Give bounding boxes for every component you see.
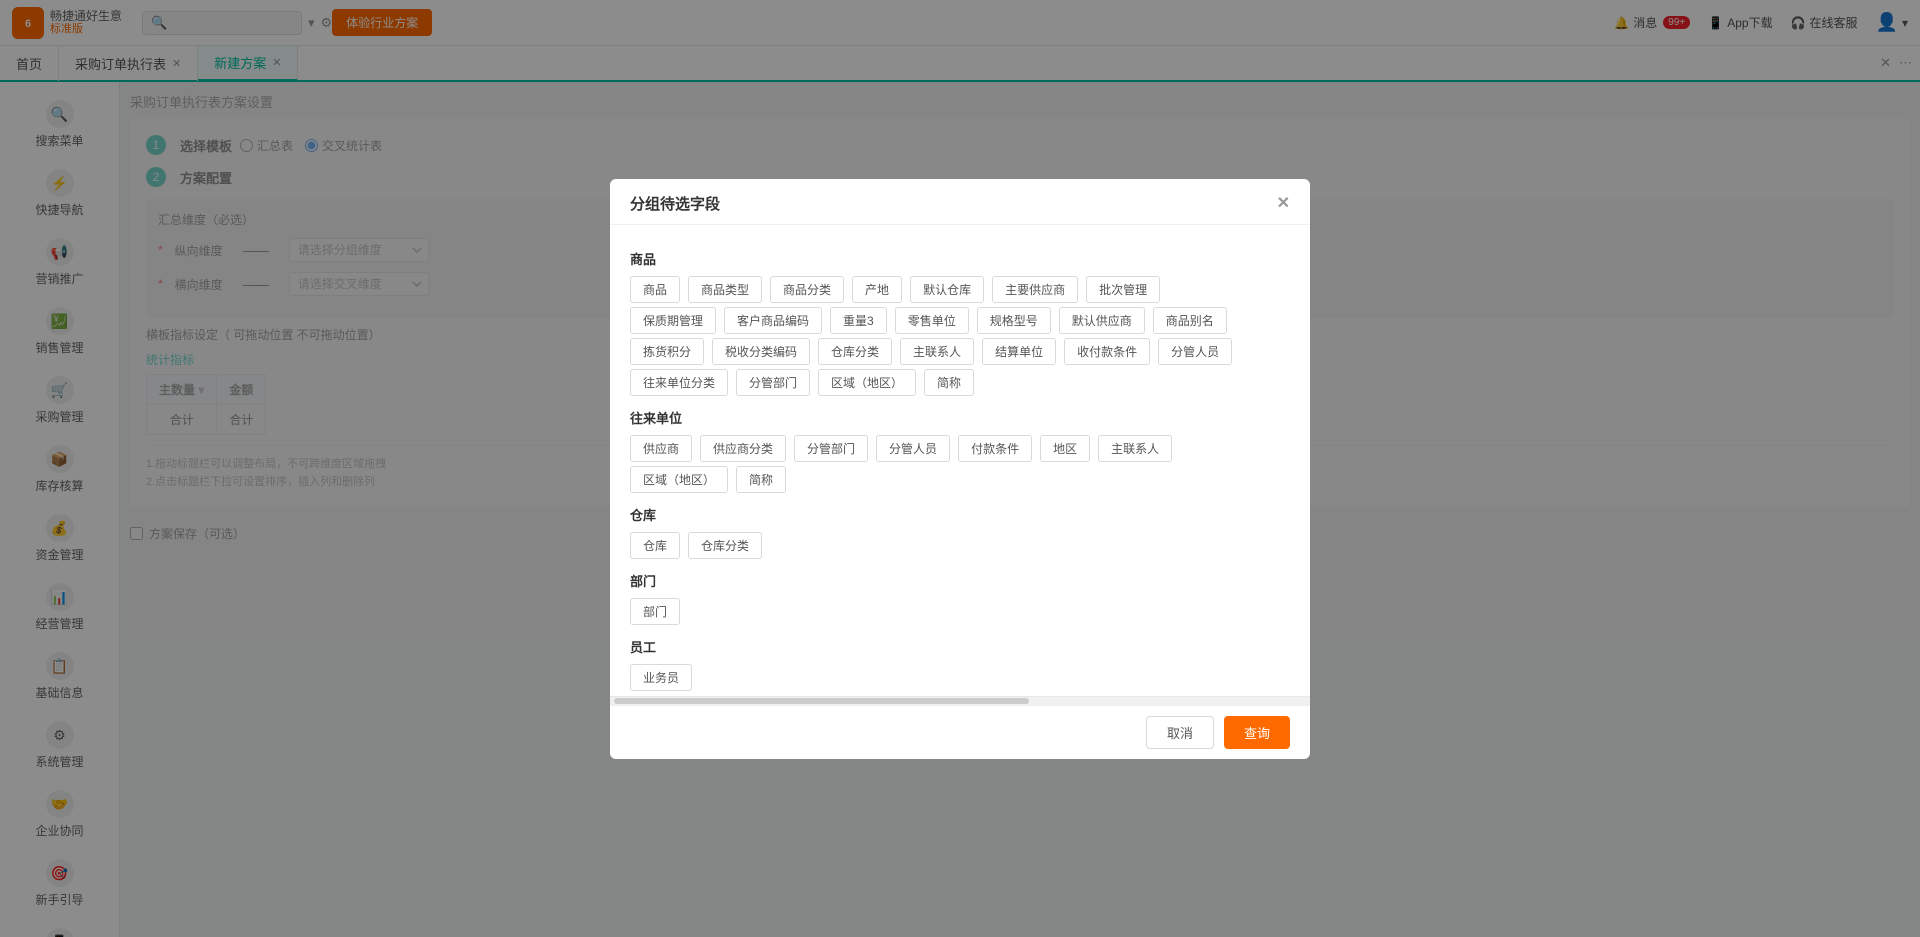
section-dept-fields: 部门 xyxy=(630,598,1290,625)
field-tag[interactable]: 拣货积分 xyxy=(630,338,704,365)
field-tag[interactable]: 保质期管理 xyxy=(630,307,716,334)
field-tag[interactable]: 简称 xyxy=(924,369,974,396)
field-tag[interactable]: 客户商品编码 xyxy=(724,307,822,334)
section-goods-title: 商品 xyxy=(630,249,1290,268)
section-employee-title: 员工 xyxy=(630,637,1290,656)
modal-close-button[interactable]: ✕ xyxy=(1277,193,1290,213)
field-tag[interactable]: 结算单位 xyxy=(982,338,1056,365)
section-goods-fields-2: 保质期管理 客户商品编码 重量3 零售单位 规格型号 默认供应商 商品别名 xyxy=(630,307,1290,334)
field-tag[interactable]: 规格型号 xyxy=(977,307,1051,334)
field-tag[interactable]: 默认供应商 xyxy=(1059,307,1145,334)
section-goods-fields: 商品 商品类型 商品分类 产地 默认仓库 主要供应商 批次管理 xyxy=(630,276,1290,303)
section-goods-fields-3: 拣货积分 税收分类编码 仓库分类 主联系人 结算单位 收付款条件 分管人员 xyxy=(630,338,1290,365)
field-tag[interactable]: 重量3 xyxy=(830,307,887,334)
field-tag[interactable]: 主联系人 xyxy=(900,338,974,365)
field-tag[interactable]: 分管部门 xyxy=(794,435,868,462)
confirm-button[interactable]: 查询 xyxy=(1224,716,1290,749)
field-tag[interactable]: 仓库分类 xyxy=(818,338,892,365)
field-tag[interactable]: 商品 xyxy=(630,276,680,303)
field-tag[interactable]: 批次管理 xyxy=(1086,276,1160,303)
field-tag[interactable]: 零售单位 xyxy=(895,307,969,334)
field-tag[interactable]: 仓库分类 xyxy=(688,532,762,559)
section-warehouse-title: 仓库 xyxy=(630,505,1290,524)
field-tag[interactable]: 区域（地区） xyxy=(630,466,728,493)
section-dept-title: 部门 xyxy=(630,571,1290,590)
field-tag[interactable]: 产地 xyxy=(852,276,902,303)
modal-footer: 取消 查询 xyxy=(610,705,1310,759)
field-tag[interactable]: 业务员 xyxy=(630,664,692,691)
field-tag[interactable]: 分管人员 xyxy=(1158,338,1232,365)
section-goods-fields-4: 往来单位分类 分管部门 区域（地区） 简称 xyxy=(630,369,1290,396)
field-tag[interactable]: 默认仓库 xyxy=(910,276,984,303)
section-partners-title: 往来单位 xyxy=(630,408,1290,427)
modal-dialog: 分组待选字段 ✕ 商品 商品 商品类型 商品分类 产地 默认仓库 主要供应商 批… xyxy=(610,179,1310,759)
field-tag[interactable]: 付款条件 xyxy=(958,435,1032,462)
field-tag[interactable]: 分管人员 xyxy=(876,435,950,462)
field-tag[interactable]: 地区 xyxy=(1040,435,1090,462)
field-tag[interactable]: 供应商分类 xyxy=(700,435,786,462)
section-partners-fields: 供应商 供应商分类 分管部门 分管人员 付款条件 地区 主联系人 xyxy=(630,435,1290,462)
field-tag[interactable]: 仓库 xyxy=(630,532,680,559)
field-tag[interactable]: 商品别名 xyxy=(1153,307,1227,334)
modal-header: 分组待选字段 ✕ xyxy=(610,179,1310,225)
section-employee-fields: 业务员 xyxy=(630,664,1290,691)
modal-horizontal-scrollbar[interactable] xyxy=(610,696,1310,704)
field-tag[interactable]: 主联系人 xyxy=(1098,435,1172,462)
section-warehouse-fields: 仓库 仓库分类 xyxy=(630,532,1290,559)
field-tag[interactable]: 简称 xyxy=(736,466,786,493)
modal-overlay: 分组待选字段 ✕ 商品 商品 商品类型 商品分类 产地 默认仓库 主要供应商 批… xyxy=(0,0,1920,937)
field-tag[interactable]: 部门 xyxy=(630,598,680,625)
field-tag[interactable]: 主要供应商 xyxy=(992,276,1078,303)
field-tag[interactable]: 商品分类 xyxy=(770,276,844,303)
section-partners-fields-2: 区域（地区） 简称 xyxy=(630,466,1290,493)
cancel-button[interactable]: 取消 xyxy=(1146,716,1214,749)
hscroll-thumb xyxy=(614,698,1029,704)
field-tag[interactable]: 收付款条件 xyxy=(1064,338,1150,365)
modal-title: 分组待选字段 xyxy=(630,193,720,214)
modal-body: 商品 商品 商品类型 商品分类 产地 默认仓库 主要供应商 批次管理 保质期管理… xyxy=(610,225,1310,697)
field-tag[interactable]: 税收分类编码 xyxy=(712,338,810,365)
field-tag[interactable]: 分管部门 xyxy=(736,369,810,396)
field-tag[interactable]: 供应商 xyxy=(630,435,692,462)
field-tag[interactable]: 往来单位分类 xyxy=(630,369,728,396)
field-tag[interactable]: 商品类型 xyxy=(688,276,762,303)
field-tag[interactable]: 区域（地区） xyxy=(818,369,916,396)
